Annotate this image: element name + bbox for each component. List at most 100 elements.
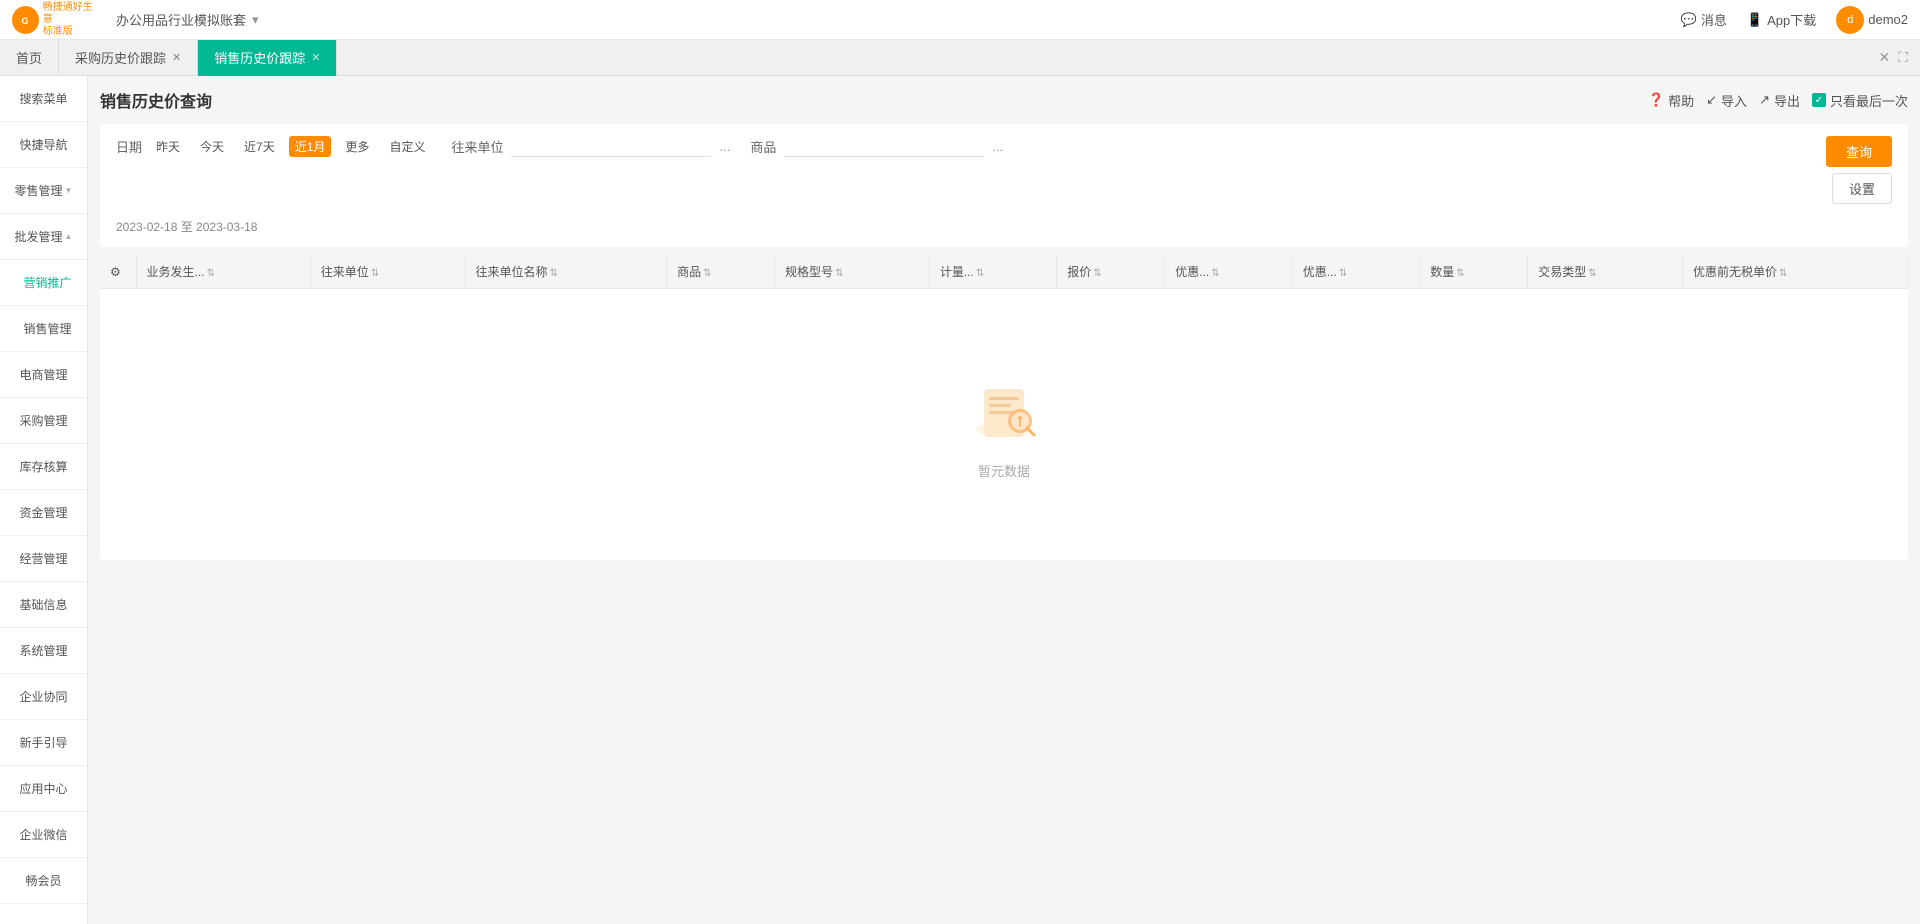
goods-more-icon[interactable]: ... (992, 139, 1003, 154)
filter-top-row: 日期 昨天 今天 近7天 近1月 更多 自定义 往来单位 ... (116, 136, 1892, 204)
data-table-wrapper: ⚙ 业务发生...⇅ 往来单位⇅ 往来单位名称⇅ 商品⇅ (100, 255, 1908, 560)
logo-icon: G (12, 6, 39, 34)
th-unit[interactable]: 计量...⇅ (929, 255, 1056, 289)
filter-actions-section: 查询 设置 (1826, 136, 1892, 204)
content-area: 销售历史价查询 ❓ 帮助 ↙ 导入 ↗ 导出 ✓ 只看最后一次 (88, 76, 1920, 924)
main-layout: 搜索菜单 快捷导航 零售管理 批发管理 营销推广 销售管理 电商管理 采购管理 … (0, 76, 1920, 924)
filter-bar: 日期 昨天 今天 近7天 近1月 更多 自定义 往来单位 ... (100, 124, 1908, 247)
counterparty-label: 往来单位 (451, 137, 503, 156)
workspace-name: 办公用品行业模拟账套 (116, 10, 246, 29)
search-button[interactable]: 查询 (1826, 136, 1892, 167)
page-title: 销售历史价查询 (100, 88, 212, 112)
sidebar-item-sales-mgmt[interactable]: 销售管理 (0, 306, 87, 352)
sidebar-item-retail-mgmt[interactable]: 零售管理 (0, 168, 87, 214)
tab-window-actions: ✕ ⛶ (1878, 49, 1920, 66)
header-right: 💬 消息 📱 App下载 d demo2 (1681, 6, 1908, 34)
th-quantity[interactable]: 数量⇅ (1420, 255, 1528, 289)
close-window-icon[interactable]: ✕ (1878, 49, 1890, 66)
th-discount2[interactable]: 优惠...⇅ (1292, 255, 1419, 289)
goods-label: 商品 (750, 137, 776, 156)
empty-state: 暂元数据 (100, 289, 1908, 560)
logo-area: G 畅捷通好生意 标准版 (12, 2, 100, 38)
sidebar-item-marketing[interactable]: 营销推广 (0, 260, 87, 306)
sidebar-item-app-center[interactable]: 应用中心 (0, 766, 87, 812)
logo-text: 畅捷通好生意 标准版 (43, 2, 100, 38)
date-range-display: 2023-02-18 至 2023-03-18 (116, 218, 1892, 235)
date-btn-1month[interactable]: 近1月 (289, 136, 332, 157)
avatar: d (1836, 6, 1864, 34)
counterparty-filter-group: 往来单位 ... (451, 137, 730, 157)
date-btn-today[interactable]: 今天 (194, 136, 230, 157)
th-pre-tax-price[interactable]: 优惠前无税单价⇅ (1682, 255, 1907, 289)
empty-illustration (964, 369, 1044, 449)
export-btn[interactable]: ↗ 导出 (1759, 91, 1800, 110)
date-btn-yesterday[interactable]: 昨天 (150, 136, 186, 157)
help-icon: ❓ (1648, 92, 1664, 108)
sidebar-item-new-guide[interactable]: 新手引导 (0, 720, 87, 766)
page-header: 销售历史价查询 ❓ 帮助 ↙ 导入 ↗ 导出 ✓ 只看最后一次 (100, 88, 1908, 112)
export-icon: ↗ (1759, 92, 1770, 108)
top-header: G 畅捷通好生意 标准版 办公用品行业模拟账套 ▾ 💬 消息 📱 App下载 d… (0, 0, 1920, 40)
date-btn-custom[interactable]: 自定义 (383, 136, 431, 157)
user-menu[interactable]: d demo2 (1836, 6, 1908, 34)
sidebar-item-inventory[interactable]: 库存核算 (0, 444, 87, 490)
import-btn[interactable]: ↙ 导入 (1706, 91, 1747, 110)
filter-inputs-section: 日期 昨天 今天 近7天 近1月 更多 自定义 往来单位 ... (116, 136, 1806, 157)
th-quote[interactable]: 报价⇅ (1057, 255, 1165, 289)
sidebar-item-ecommerce-mgmt[interactable]: 电商管理 (0, 352, 87, 398)
maximize-window-icon[interactable]: ⛶ (1898, 49, 1908, 66)
tab-home[interactable]: 首页 (0, 40, 59, 76)
message-btn[interactable]: 💬 消息 (1681, 10, 1727, 29)
sidebar-item-enterprise-wechat[interactable]: 企业微信 (0, 812, 87, 858)
sidebar-item-member[interactable]: 畅会员 (0, 858, 87, 904)
date-range-text: 2023-02-18 至 2023-03-18 (116, 220, 257, 234)
tab-purchase-history[interactable]: 采购历史价跟踪 ✕ (59, 40, 198, 76)
help-btn[interactable]: ❓ 帮助 (1648, 91, 1694, 110)
sidebar-item-ops-mgmt[interactable]: 经营管理 (0, 536, 87, 582)
tab-purchase-close-icon[interactable]: ✕ (172, 51, 181, 64)
data-table: ⚙ 业务发生...⇅ 往来单位⇅ 往来单位名称⇅ 商品⇅ (100, 255, 1908, 289)
table-header: ⚙ 业务发生...⇅ 往来单位⇅ 往来单位名称⇅ 商品⇅ (100, 255, 1908, 289)
only-last-checkbox-group[interactable]: ✓ 只看最后一次 (1812, 91, 1908, 110)
th-settings[interactable]: ⚙ (100, 255, 136, 289)
goods-input[interactable] (784, 137, 984, 157)
svg-text:G: G (22, 16, 29, 26)
workspace-dropdown-icon[interactable]: ▾ (252, 12, 259, 28)
sidebar-item-enterprise-collab[interactable]: 企业协同 (0, 674, 87, 720)
mobile-icon: 📱 (1747, 12, 1763, 28)
only-last-checkbox[interactable]: ✓ (1812, 93, 1826, 107)
sidebar-item-sys-mgmt[interactable]: 系统管理 (0, 628, 87, 674)
th-counterparty-name[interactable]: 往来单位名称⇅ (465, 255, 667, 289)
settings-icon[interactable]: ⚙ (110, 265, 121, 279)
th-spec[interactable]: 规格型号⇅ (775, 255, 930, 289)
goods-filter-group: 商品 ... (750, 137, 1003, 157)
sidebar-item-finance-mgmt[interactable]: 资金管理 (0, 490, 87, 536)
tab-bar: 首页 采购历史价跟踪 ✕ 销售历史价跟踪 ✕ ✕ ⛶ (0, 40, 1920, 76)
th-goods[interactable]: 商品⇅ (667, 255, 775, 289)
tab-sales-close-icon[interactable]: ✕ (311, 51, 320, 64)
counterparty-input[interactable] (511, 137, 711, 157)
sidebar-item-basic-info[interactable]: 基础信息 (0, 582, 87, 628)
date-btn-more[interactable]: 更多 (339, 136, 375, 157)
workspace-area: 办公用品行业模拟账套 ▾ (100, 10, 1681, 29)
date-btn-7days[interactable]: 近7天 (238, 136, 281, 157)
sidebar-item-wholesale-mgmt[interactable]: 批发管理 (0, 214, 87, 260)
date-filter-group: 日期 昨天 今天 近7天 近1月 更多 自定义 (116, 136, 431, 157)
tab-sales-history[interactable]: 销售历史价跟踪 ✕ (198, 40, 337, 76)
sidebar-item-quick-nav[interactable]: 快捷导航 (0, 122, 87, 168)
table-header-row: ⚙ 业务发生...⇅ 往来单位⇅ 往来单位名称⇅ 商品⇅ (100, 255, 1908, 289)
app-download-btn[interactable]: 📱 App下载 (1747, 10, 1816, 29)
import-icon: ↙ (1706, 92, 1717, 108)
sidebar-item-purchase-mgmt[interactable]: 采购管理 (0, 398, 87, 444)
page-actions: ❓ 帮助 ↙ 导入 ↗ 导出 ✓ 只看最后一次 (1648, 91, 1908, 110)
th-trade-type[interactable]: 交易类型⇅ (1528, 255, 1683, 289)
message-icon: 💬 (1681, 12, 1697, 28)
sidebar: 搜索菜单 快捷导航 零售管理 批发管理 营销推广 销售管理 电商管理 采购管理 … (0, 76, 88, 924)
th-discount1[interactable]: 优惠...⇅ (1165, 255, 1292, 289)
sidebar-item-search-menu[interactable]: 搜索菜单 (0, 76, 87, 122)
th-counterparty-code[interactable]: 往来单位⇅ (310, 255, 465, 289)
date-label: 日期 (116, 137, 142, 156)
filter-settings-button[interactable]: 设置 (1832, 173, 1892, 204)
counterparty-more-icon[interactable]: ... (719, 139, 730, 154)
th-biz-date[interactable]: 业务发生...⇅ (136, 255, 310, 289)
